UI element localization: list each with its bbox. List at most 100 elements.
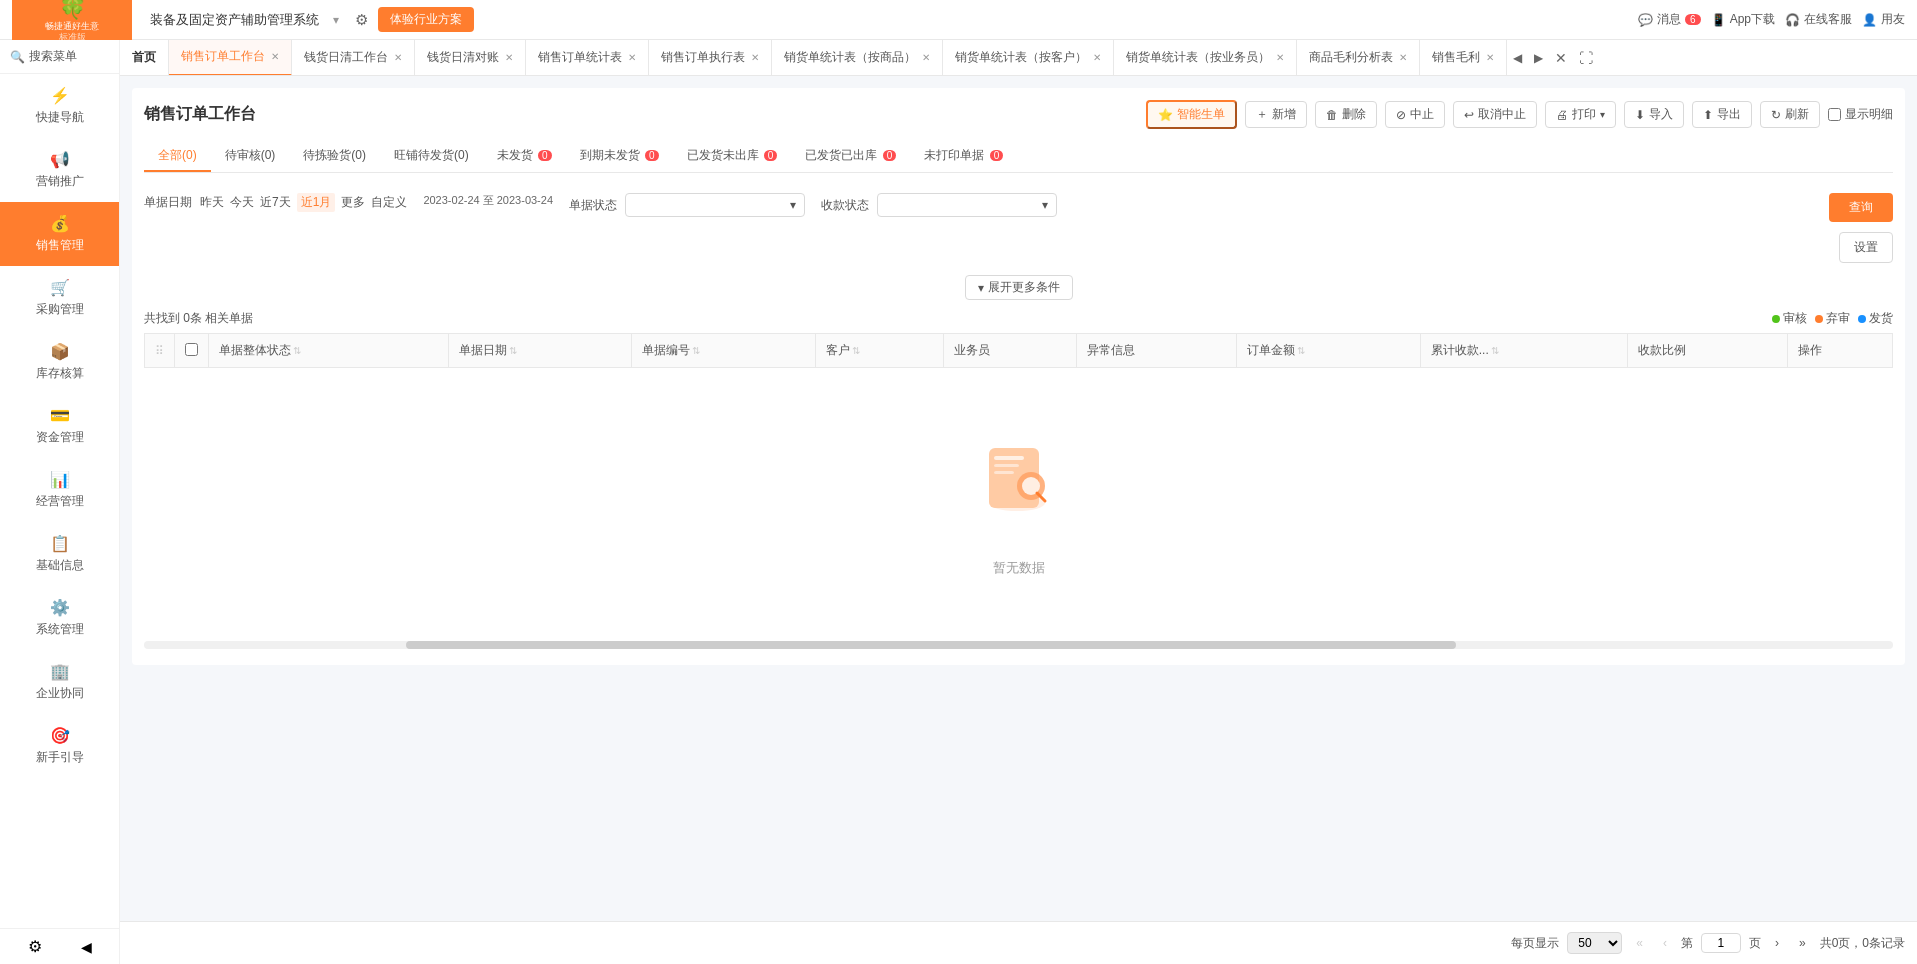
query-button[interactable]: 查询 (1829, 193, 1893, 222)
next-page-button[interactable]: › (1769, 934, 1785, 952)
horizontal-scrollbar[interactable] (144, 641, 1893, 649)
tab-cash-reconcile[interactable]: 钱货日清对账 ✕ (415, 40, 526, 76)
import-label: 导入 (1649, 106, 1673, 123)
ship-action-button[interactable]: 发货 (1858, 310, 1893, 327)
expand-button[interactable]: ▾ 展开更多条件 (965, 275, 1073, 300)
tab-nav-prev[interactable]: ◀ (1507, 51, 1528, 65)
stop-button[interactable]: ⊘ 中止 (1385, 101, 1445, 128)
tab-margin-analysis[interactable]: 商品毛利分析表 ✕ (1297, 40, 1420, 76)
cancel-stop-button[interactable]: ↩ 取消中止 (1453, 101, 1537, 128)
sidebar-item-sales[interactable]: 💰 销售管理 (0, 202, 119, 266)
date-btn-yesterday[interactable]: 昨天 (200, 194, 224, 211)
th-date[interactable]: 单据日期 ⇅ (448, 334, 632, 368)
sidebar-item-purchase[interactable]: 🛒 采购管理 (0, 266, 119, 330)
setting-button[interactable]: 设置 (1839, 232, 1893, 263)
record-count: 共找到 0条 相关单据 (144, 310, 253, 327)
new-button[interactable]: ＋ 新增 (1245, 101, 1307, 128)
tab-sales-exec[interactable]: 销售订单执行表 ✕ (649, 40, 772, 76)
last-page-button[interactable]: » (1793, 934, 1812, 952)
page-number-input[interactable] (1701, 933, 1741, 953)
sub-tab-unshipped[interactable]: 未发货 0 (483, 141, 566, 172)
th-customer[interactable]: 客户 ⇅ (816, 334, 944, 368)
sidebar-item-inventory[interactable]: 📦 库存核算 (0, 330, 119, 394)
sub-tab-all[interactable]: 全部(0) (144, 141, 211, 172)
date-btn-1month[interactable]: 近1月 (297, 193, 336, 212)
gear-icon[interactable]: ⚙ (355, 11, 368, 29)
sidebar-item-enterprise[interactable]: 🏢 企业协同 (0, 650, 119, 714)
sub-tab-pending-review[interactable]: 待审核(0) (211, 141, 290, 172)
smart-order-button[interactable]: ⭐ 智能生单 (1146, 100, 1237, 129)
sub-tab-wangpu[interactable]: 旺铺待发货(0) (380, 141, 483, 172)
per-page-select[interactable]: 50 100 200 (1567, 932, 1622, 954)
delete-button[interactable]: 🗑 删除 (1315, 101, 1377, 128)
message-button[interactable]: 💬 消息 6 (1638, 11, 1701, 28)
sub-tab-pending-inspect[interactable]: 待拣验货(0) (289, 141, 380, 172)
export-button[interactable]: ⬆ 导出 (1692, 101, 1752, 128)
tab-sales-more[interactable]: 销售毛利 ✕ (1420, 40, 1507, 76)
sales-stat-tab-close[interactable]: ✕ (628, 52, 636, 63)
tab-close-all[interactable]: ✕ (1549, 50, 1573, 66)
th-check[interactable] (175, 334, 209, 368)
payment-filter-select[interactable]: ▾ (877, 193, 1057, 217)
date-btn-more[interactable]: 更多 (341, 194, 365, 211)
th-number[interactable]: 单据编号 ⇅ (632, 334, 816, 368)
tab-expand[interactable]: ⛶ (1573, 50, 1599, 66)
app-download-button[interactable]: 📱 App下载 (1711, 11, 1775, 28)
status-filter-select[interactable]: ▾ (625, 193, 805, 217)
cancel-action-button[interactable]: 弃审 (1815, 310, 1850, 327)
sales-more-tab-label: 销售毛利 (1432, 49, 1480, 66)
print-button[interactable]: 🖨 打印 ▾ (1545, 101, 1616, 128)
refresh-button[interactable]: ↻ 刷新 (1760, 101, 1820, 128)
tab-home[interactable]: 首页 (120, 40, 169, 76)
tab-sales-stat-staff[interactable]: 销货单统计表（按业务员） ✕ (1114, 40, 1297, 76)
scrollbar-thumb[interactable] (406, 641, 1455, 649)
tab-cash-daily[interactable]: 钱货日清工作台 ✕ (292, 40, 415, 76)
tab-sales-workbench[interactable]: 销售订单工作台 ✕ (169, 40, 292, 76)
date-btn-today[interactable]: 今天 (230, 194, 254, 211)
sales-stat-staff-tab-close[interactable]: ✕ (1276, 52, 1284, 63)
tab-nav-next[interactable]: ▶ (1528, 51, 1549, 65)
sidebar-search[interactable]: 🔍 搜索菜单 (0, 40, 119, 74)
sales-more-tab-close[interactable]: ✕ (1486, 52, 1494, 63)
sub-tab-shipped-stocked[interactable]: 已发货已出库 0 (791, 141, 910, 172)
tab-sales-stat[interactable]: 销售订单统计表 ✕ (526, 40, 649, 76)
show-detail-checkbox[interactable]: 显示明细 (1828, 106, 1893, 123)
th-status[interactable]: 单据整体状态 ⇅ (209, 334, 449, 368)
user-button[interactable]: 👤 用友 (1862, 11, 1905, 28)
sub-tab-overdue[interactable]: 到期未发货 0 (566, 141, 673, 172)
sidebar-item-system[interactable]: ⚙️ 系统管理 (0, 586, 119, 650)
sales-stat-product-tab-close[interactable]: ✕ (922, 52, 930, 63)
show-detail-input[interactable] (1828, 108, 1841, 121)
sales-exec-tab-close[interactable]: ✕ (751, 52, 759, 63)
date-btn-7days[interactable]: 近7天 (260, 194, 291, 211)
sales-stat-client-tab-close[interactable]: ✕ (1093, 52, 1101, 63)
import-button[interactable]: ⬇ 导入 (1624, 101, 1684, 128)
th-amount[interactable]: 订单金额 ⇅ (1237, 334, 1421, 368)
sidebar-item-quick-nav[interactable]: ⚡ 快捷导航 (0, 74, 119, 138)
sidebar-item-basic[interactable]: 📋 基础信息 (0, 522, 119, 586)
sidebar-item-guide[interactable]: 🎯 新手引导 (0, 714, 119, 778)
th-collected[interactable]: 累计收款... ⇅ (1420, 334, 1627, 368)
sidebar-item-finance[interactable]: 💳 资金管理 (0, 394, 119, 458)
date-range-text: 2023-02-24 至 2023-03-24 (423, 193, 553, 208)
review-action-button[interactable]: 审核 (1772, 310, 1807, 327)
select-all-checkbox[interactable] (185, 343, 198, 356)
settings-icon[interactable]: ⚙ (28, 937, 42, 956)
sub-tab-unprinted[interactable]: 未打印单据 0 (910, 141, 1017, 172)
sales-workbench-tab-close[interactable]: ✕ (271, 51, 279, 62)
prev-page-button[interactable]: ‹ (1657, 934, 1673, 952)
first-page-button[interactable]: « (1630, 934, 1649, 952)
online-service-button[interactable]: 🎧 在线客服 (1785, 11, 1852, 28)
cash-daily-tab-close[interactable]: ✕ (394, 52, 402, 63)
tab-sales-stat-client[interactable]: 销货单统计表（按客户） ✕ (943, 40, 1114, 76)
sub-tab-shipped-unstock[interactable]: 已发货未出库 0 (673, 141, 792, 172)
date-btn-custom[interactable]: 自定义 (371, 194, 407, 211)
cash-reconcile-tab-close[interactable]: ✕ (505, 52, 513, 63)
experience-button[interactable]: 体验行业方案 (378, 7, 474, 32)
collapse-icon[interactable]: ◀ (81, 939, 92, 955)
chevron-down-icon[interactable]: ▾ (333, 13, 339, 27)
margin-analysis-tab-close[interactable]: ✕ (1399, 52, 1407, 63)
sidebar-item-marketing[interactable]: 📢 营销推广 (0, 138, 119, 202)
sidebar-item-operations[interactable]: 📊 经营管理 (0, 458, 119, 522)
tab-sales-stat-product[interactable]: 销货单统计表（按商品） ✕ (772, 40, 943, 76)
